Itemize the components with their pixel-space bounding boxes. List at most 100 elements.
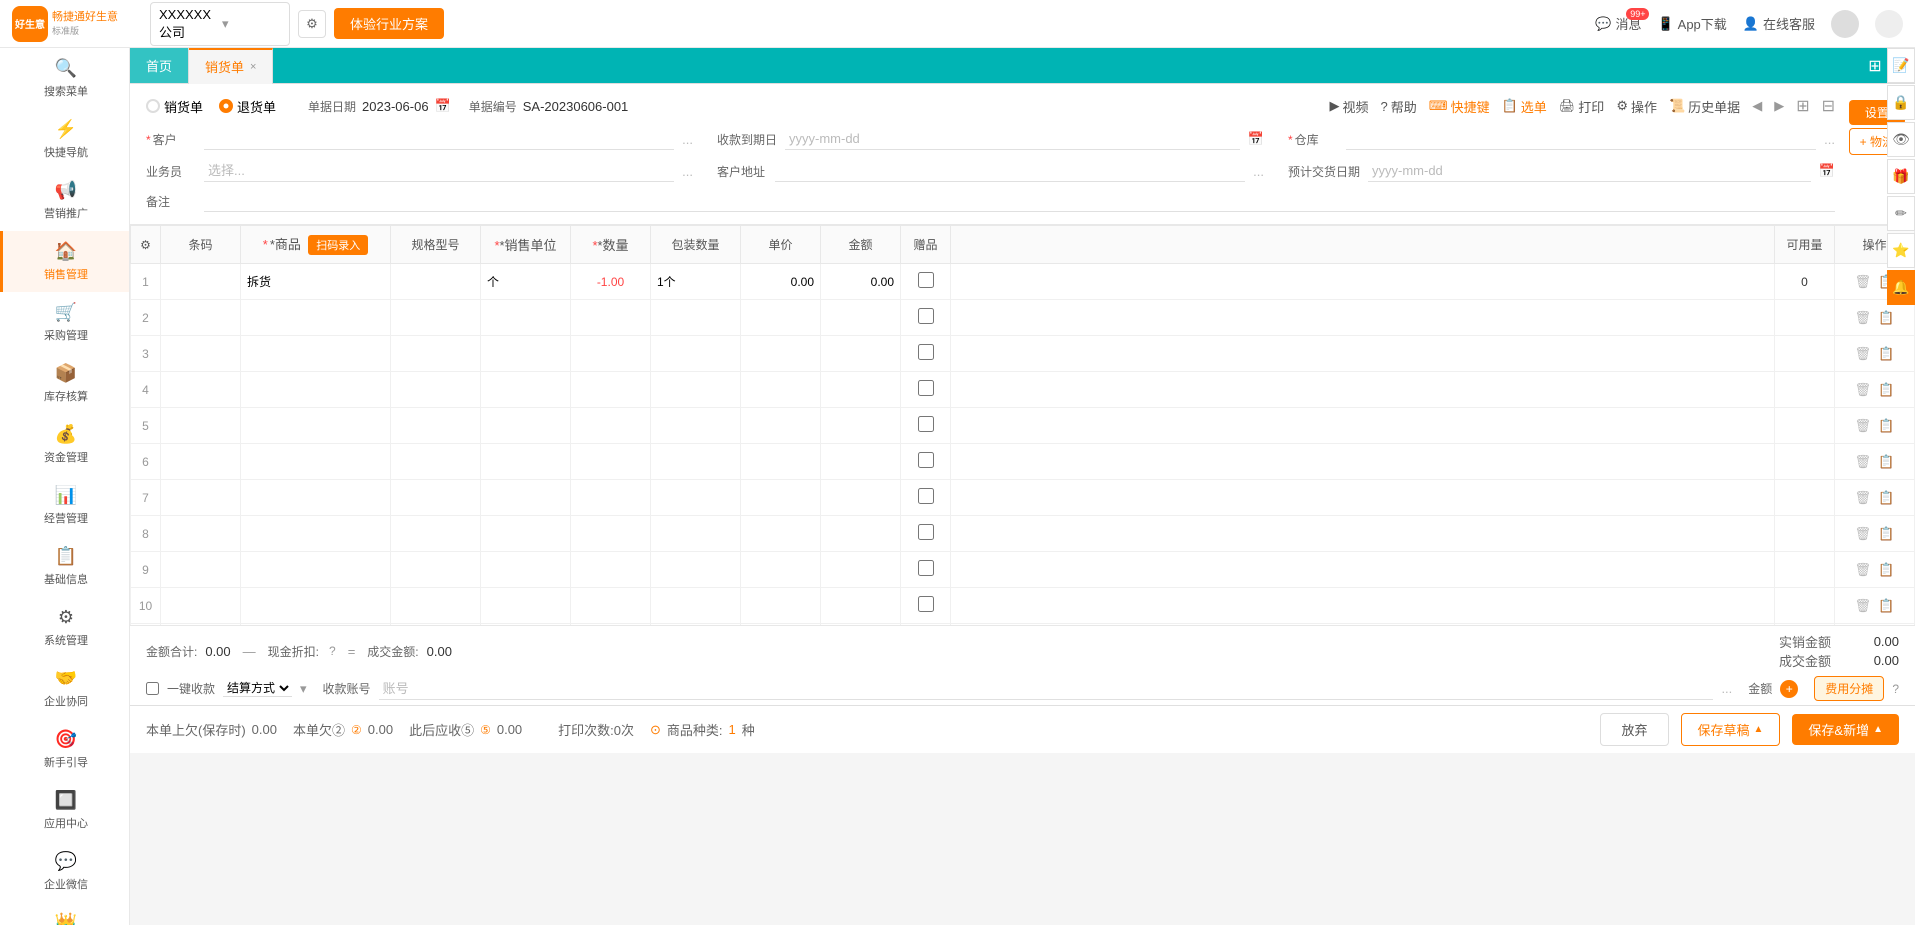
- row-copy-icon[interactable]: 📋: [1878, 490, 1894, 505]
- sidebar-item-newbie[interactable]: 🎯 新手引导: [0, 719, 129, 780]
- view-list-icon[interactable]: ⊞: [1796, 96, 1809, 116]
- cell-qty[interactable]: [571, 300, 651, 336]
- row-copy-icon[interactable]: 📋: [1878, 382, 1894, 397]
- due-date-calendar-icon[interactable]: 📅: [1248, 131, 1264, 147]
- message-button[interactable]: 💬 消息 99+: [1595, 14, 1641, 33]
- tab-close-icon[interactable]: ×: [250, 61, 256, 73]
- right-panel-star[interactable]: ⭐: [1887, 233, 1915, 268]
- cell-spec[interactable]: [391, 336, 481, 372]
- customer-suffix[interactable]: ...: [682, 132, 693, 147]
- cell-qty[interactable]: [571, 552, 651, 588]
- cell-amount[interactable]: [821, 264, 901, 300]
- cell-barcode[interactable]: [161, 336, 241, 372]
- cell-qty[interactable]: [571, 372, 651, 408]
- customer-address-input[interactable]: [775, 160, 1245, 182]
- history-btn[interactable]: 📜历史单据: [1669, 97, 1740, 116]
- discount-info-icon[interactable]: ?: [329, 644, 336, 658]
- cell-barcode[interactable]: [161, 372, 241, 408]
- shortcut-btn[interactable]: ⌨快捷键: [1429, 97, 1490, 116]
- cell-spec[interactable]: [391, 300, 481, 336]
- right-panel-orange[interactable]: 🔔: [1887, 270, 1915, 305]
- row-delete-icon[interactable]: 🗑: [1854, 382, 1871, 397]
- row-delete-icon[interactable]: 🗑: [1854, 418, 1871, 433]
- cell-unit[interactable]: [481, 372, 571, 408]
- cell-barcode[interactable]: [161, 516, 241, 552]
- cell-gift[interactable]: [901, 552, 951, 588]
- cell-pack-qty[interactable]: [651, 300, 741, 336]
- cell-amount[interactable]: [821, 336, 901, 372]
- cell-pack-qty[interactable]: [651, 516, 741, 552]
- cell-price[interactable]: [741, 516, 821, 552]
- cell-gift[interactable]: [901, 336, 951, 372]
- cell-gift[interactable]: [901, 444, 951, 480]
- right-panel-eye[interactable]: 👁: [1887, 122, 1915, 157]
- cell-barcode[interactable]: [161, 300, 241, 336]
- one-click-checkbox[interactable]: [146, 682, 159, 695]
- sidebar-item-search[interactable]: 🔍 搜索菜单: [0, 48, 129, 109]
- remark-input[interactable]: [204, 190, 1835, 212]
- cell-unit[interactable]: [481, 552, 571, 588]
- save-draft-button[interactable]: 保存草稿 ▲: [1681, 713, 1781, 746]
- sidebar-item-marketing[interactable]: 📢 营销推广: [0, 170, 129, 231]
- cell-amount[interactable]: [821, 444, 901, 480]
- salesman-suffix[interactable]: ...: [682, 164, 693, 179]
- cell-product[interactable]: [241, 444, 391, 480]
- cell-product[interactable]: [241, 372, 391, 408]
- cell-product[interactable]: [241, 588, 391, 624]
- cell-amount[interactable]: [821, 372, 901, 408]
- radio-sales-order[interactable]: 销货单: [146, 97, 203, 116]
- cell-pack-qty[interactable]: [651, 408, 741, 444]
- radio-return-order[interactable]: 退货单: [219, 97, 276, 116]
- cell-pack-qty[interactable]: [651, 480, 741, 516]
- row-delete-icon[interactable]: 🗑: [1854, 490, 1871, 505]
- row-copy-icon[interactable]: 📋: [1878, 418, 1894, 433]
- sidebar-item-sales[interactable]: 🏠 销售管理: [0, 231, 129, 292]
- cell-qty[interactable]: [571, 516, 651, 552]
- sidebar-item-inventory[interactable]: 📦 库存核算: [0, 353, 129, 414]
- cell-unit[interactable]: [481, 264, 571, 300]
- cell-barcode[interactable]: [161, 552, 241, 588]
- cell-price[interactable]: [741, 372, 821, 408]
- cell-gift[interactable]: [901, 300, 951, 336]
- row-copy-icon[interactable]: 📋: [1878, 310, 1894, 325]
- select-btn[interactable]: 📋选单: [1502, 97, 1547, 116]
- row-delete-icon[interactable]: 🗑: [1854, 310, 1871, 325]
- th-settings[interactable]: ⚙: [131, 226, 161, 264]
- due-date-input[interactable]: [785, 128, 1240, 150]
- warehouse-input[interactable]: 建材仓: [1346, 128, 1816, 150]
- cell-spec[interactable]: [391, 552, 481, 588]
- tab-sales-order[interactable]: 销货单 ×: [189, 48, 273, 84]
- cell-gift[interactable]: [901, 408, 951, 444]
- cell-price[interactable]: [741, 336, 821, 372]
- warehouse-suffix[interactable]: ...: [1824, 132, 1835, 147]
- online-support-button[interactable]: 👤 在线客服: [1743, 14, 1815, 33]
- right-panel-gift[interactable]: 🎁: [1887, 159, 1915, 194]
- sidebar-item-wechat[interactable]: 💬 企业微信: [0, 841, 129, 902]
- row-delete-icon[interactable]: 🗑: [1854, 346, 1871, 361]
- cell-spec[interactable]: [391, 264, 481, 300]
- print-btn[interactable]: 🖨打印: [1559, 97, 1605, 116]
- cell-price[interactable]: [741, 264, 821, 300]
- cell-barcode[interactable]: [161, 588, 241, 624]
- customer-input[interactable]: [204, 128, 674, 150]
- view-grid-icon[interactable]: ⊟: [1822, 96, 1835, 116]
- calendar-icon[interactable]: 📅: [435, 98, 451, 114]
- discard-button[interactable]: 放弃: [1600, 713, 1668, 746]
- cell-gift[interactable]: [901, 588, 951, 624]
- cell-qty[interactable]: [571, 408, 651, 444]
- cell-pack-qty[interactable]: [651, 336, 741, 372]
- cell-pack-qty[interactable]: [651, 552, 741, 588]
- save-new-button[interactable]: 保存&新增 ▲: [1792, 714, 1899, 745]
- avatar[interactable]: [1831, 10, 1859, 38]
- fee-info-icon[interactable]: ?: [1892, 682, 1899, 696]
- cell-product[interactable]: [241, 336, 391, 372]
- cell-unit[interactable]: [481, 444, 571, 480]
- cell-product[interactable]: [241, 300, 391, 336]
- cell-qty[interactable]: [571, 336, 651, 372]
- nav-prev-icon[interactable]: ◀: [1752, 98, 1762, 114]
- cell-product[interactable]: [241, 408, 391, 444]
- cell-unit[interactable]: [481, 300, 571, 336]
- right-panel-lock[interactable]: 🔒: [1887, 85, 1915, 120]
- cell-unit[interactable]: [481, 408, 571, 444]
- cell-gift[interactable]: [901, 264, 951, 300]
